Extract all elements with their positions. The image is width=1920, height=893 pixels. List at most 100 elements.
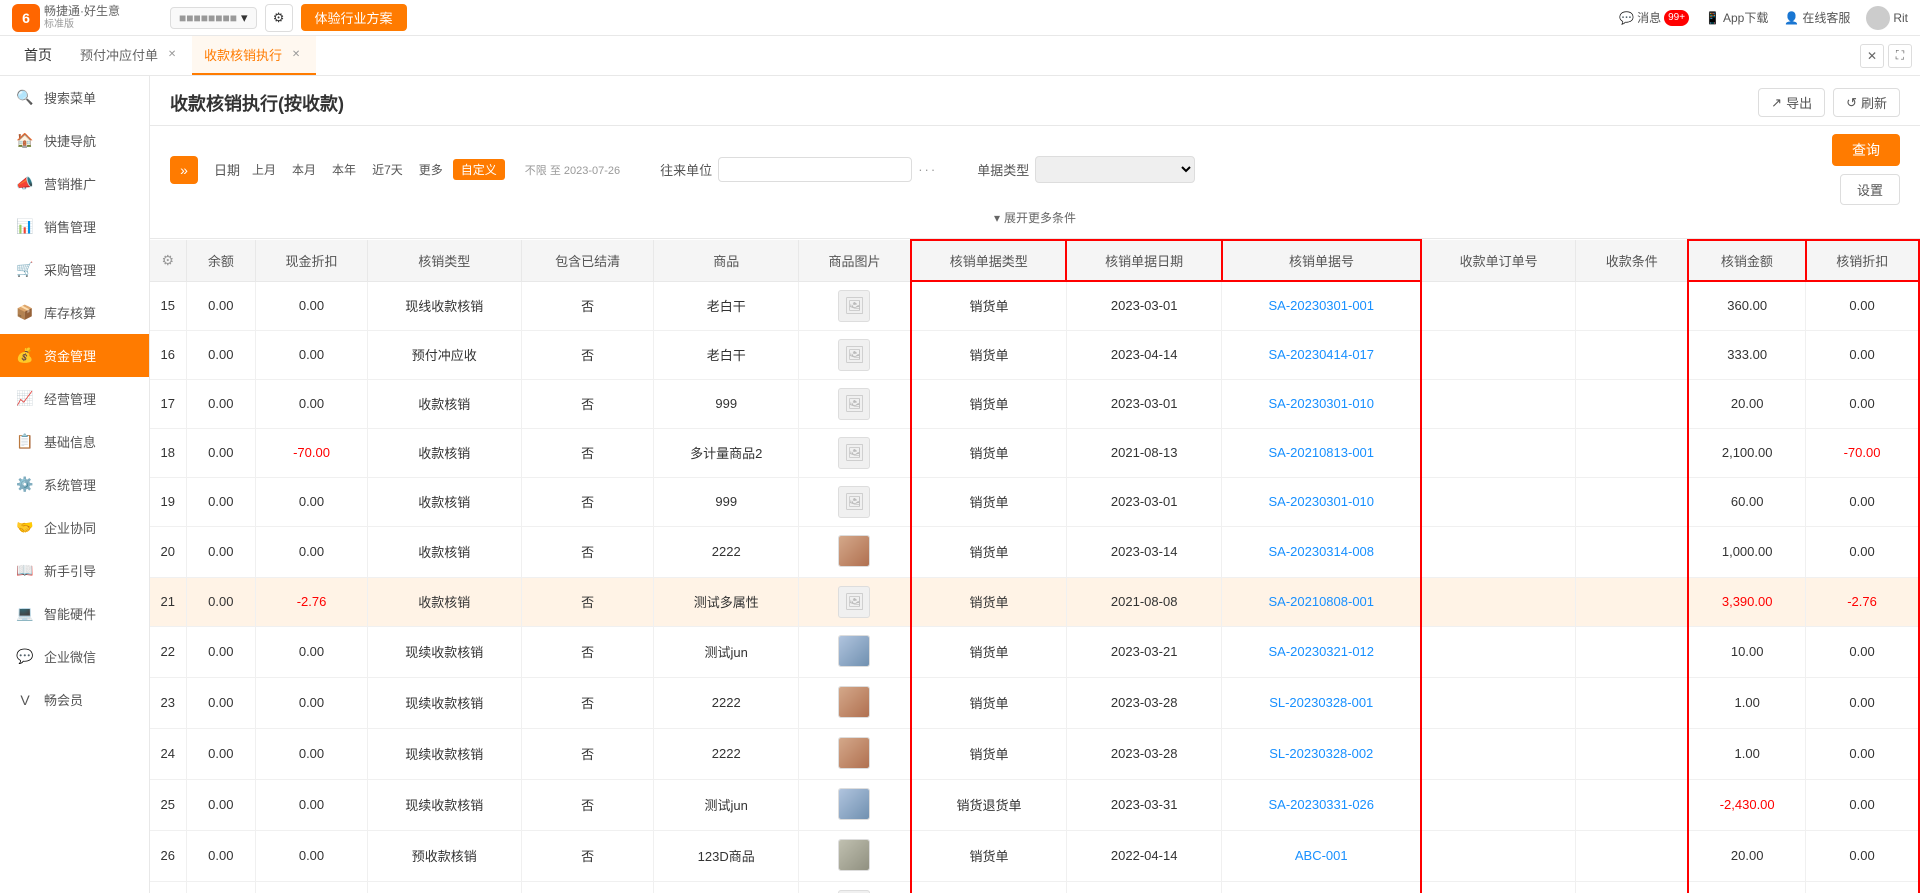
settings-btn-filter[interactable]: 设置 bbox=[1840, 174, 1900, 205]
td-receipt-condition bbox=[1576, 379, 1689, 428]
td-verify-bill-type: 销货退货单 bbox=[911, 779, 1066, 830]
sidebar-item-hardware[interactable]: 💻 智能硬件 bbox=[0, 592, 149, 635]
sidebar-item-search[interactable]: 🔍 搜索菜单 bbox=[0, 76, 149, 119]
td-verify-amount: 2,100.00 bbox=[1688, 428, 1805, 477]
bill-no-link[interactable]: SL-20230328-001 bbox=[1269, 695, 1373, 710]
date-this-year-btn[interactable]: 本年 bbox=[326, 159, 362, 180]
expand-more-row[interactable]: ▾ 展开更多条件 bbox=[170, 205, 1900, 230]
industry-btn[interactable]: 体验行业方案 bbox=[301, 4, 407, 31]
bill-no-link[interactable]: SA-20230331-026 bbox=[1268, 797, 1374, 812]
date-last-month-btn[interactable]: 上月 bbox=[246, 159, 282, 180]
sidebar-item-finance[interactable]: 💰 资金管理 bbox=[0, 334, 149, 377]
bill-no-link[interactable]: SA-20210813-001 bbox=[1268, 445, 1374, 460]
td-include-settled: 否 bbox=[521, 830, 654, 881]
bill-no-link[interactable]: SA-20230301-001 bbox=[1268, 298, 1374, 313]
td-cash-discount: 0.00 bbox=[256, 881, 368, 893]
td-receipt-order-no bbox=[1421, 779, 1576, 830]
tab-bar-controls: ✕ ⛶ bbox=[1860, 36, 1920, 75]
td-product-image: 🖼 bbox=[798, 881, 911, 893]
bill-no-link[interactable]: SA-20230314-008 bbox=[1268, 544, 1374, 559]
export-btn[interactable]: ↗ 导出 bbox=[1758, 88, 1825, 117]
date-more-btn[interactable]: 更多 bbox=[413, 159, 449, 180]
export-icon: ↗ bbox=[1771, 95, 1782, 111]
date-7days-btn[interactable]: 近7天 bbox=[366, 159, 409, 180]
sidebar-item-basics[interactable]: 📋 基础信息 bbox=[0, 420, 149, 463]
td-verify-discount: 0.00 bbox=[1806, 330, 1919, 379]
table-row: 15 0.00 0.00 现线收款核销 否 老白干 🖼 销货单 2023-03-… bbox=[150, 281, 1919, 330]
date-custom-btn[interactable]: 自定义 bbox=[453, 159, 505, 180]
bill-no-link[interactable]: SA-20210808-001 bbox=[1268, 594, 1374, 609]
td-verify-bill-date: 2023-03-01 bbox=[1066, 379, 1221, 428]
user-profile[interactable]: Rit bbox=[1866, 6, 1908, 30]
sidebar-item-collab[interactable]: 🤝 企业协同 bbox=[0, 506, 149, 549]
sidebar: 🔍 搜索菜单 🏠 快捷导航 📣 营销推广 📊 销售管理 🛒 采购管理 📦 库存核… bbox=[0, 76, 150, 893]
online-service-btn[interactable]: 👤 在线客服 bbox=[1784, 9, 1850, 26]
td-verify-discount: 0.00 bbox=[1806, 379, 1919, 428]
sidebar-item-purchase[interactable]: 🛒 采购管理 bbox=[0, 248, 149, 291]
bill-no-link[interactable]: SA-20230301-010 bbox=[1268, 396, 1374, 411]
td-product: 测试jun bbox=[654, 626, 798, 677]
col-settings-icon[interactable]: ⚙ bbox=[161, 252, 174, 268]
page-header: 收款核销执行(按收款) ↗ 导出 ↺ 刷新 bbox=[150, 76, 1920, 126]
td-receipt-condition bbox=[1576, 626, 1689, 677]
tab-bar: 首页 预付冲应付单 ✕ 收款核销执行 ✕ ✕ ⛶ bbox=[0, 36, 1920, 76]
td-verify-bill-type: 销货单 bbox=[911, 577, 1066, 626]
sidebar-item-system[interactable]: ⚙️ 系统管理 bbox=[0, 463, 149, 506]
finance-icon: 💰 bbox=[16, 347, 34, 365]
tab-close-all-btn[interactable]: ✕ bbox=[1860, 44, 1884, 68]
td-balance: 0.00 bbox=[186, 677, 256, 728]
sidebar-item-sales[interactable]: 📊 销售管理 bbox=[0, 205, 149, 248]
td-receipt-order-no bbox=[1421, 728, 1576, 779]
settings-btn[interactable]: ⚙ bbox=[265, 4, 293, 32]
td-product-image: 🖼 bbox=[798, 330, 911, 379]
bill-no-link[interactable]: SA-20230321-012 bbox=[1268, 644, 1374, 659]
bill-no-link[interactable]: SA-20230301-010 bbox=[1268, 494, 1374, 509]
app-download-btn[interactable]: 📱 App下载 bbox=[1705, 9, 1768, 26]
td-balance: 0.00 bbox=[186, 779, 256, 830]
tab-prepay-close[interactable]: ✕ bbox=[164, 47, 180, 63]
sidebar-item-wecom[interactable]: 💬 企业微信 bbox=[0, 635, 149, 678]
td-verify-discount: 0.00 bbox=[1806, 779, 1919, 830]
product-thumb: 🖼 bbox=[838, 388, 870, 420]
td-verify-amount: 100.00 bbox=[1688, 881, 1805, 893]
query-btn[interactable]: 查询 bbox=[1832, 134, 1900, 166]
td-balance: 0.00 bbox=[186, 626, 256, 677]
bill-no-link[interactable]: SA-20230414-017 bbox=[1268, 347, 1374, 362]
td-verify-discount: 0.00 bbox=[1806, 477, 1919, 526]
bill-no-link[interactable]: ABC-001 bbox=[1295, 848, 1348, 863]
sidebar-item-inventory[interactable]: 📦 库存核算 bbox=[0, 291, 149, 334]
sidebar-item-marketing[interactable]: 📣 营销推广 bbox=[0, 162, 149, 205]
date-filter: 日期 上月 本月 本年 近7天 更多 自定义 bbox=[214, 159, 505, 180]
td-verify-bill-date: 2023-03-21 bbox=[1066, 626, 1221, 677]
avatar bbox=[1866, 6, 1890, 30]
company-selector[interactable]: ■■■■■■■■ ▾ bbox=[170, 7, 257, 29]
td-verify-bill-date: 2023-03-28 bbox=[1066, 728, 1221, 779]
td-verify-amount: 333.00 bbox=[1688, 330, 1805, 379]
td-verify-bill-type: 销货单 bbox=[911, 830, 1066, 881]
tab-home[interactable]: 首页 bbox=[8, 36, 68, 75]
td-cash-discount: 0.00 bbox=[256, 728, 368, 779]
td-product: 老白干 bbox=[654, 330, 798, 379]
from-unit-input[interactable] bbox=[718, 157, 912, 182]
filter-expand-btn[interactable]: » bbox=[170, 156, 198, 184]
table-row: 26 0.00 0.00 预收款核销 否 123D商品 销货单 2022-04-… bbox=[150, 830, 1919, 881]
tab-expand-btn[interactable]: ⛶ bbox=[1888, 44, 1912, 68]
td-include-settled: 否 bbox=[521, 626, 654, 677]
sidebar-item-member[interactable]: V 畅会员 bbox=[0, 678, 149, 721]
sidebar-item-operations[interactable]: 📈 经营管理 bbox=[0, 377, 149, 420]
bill-no-link[interactable]: SL-20230328-002 bbox=[1269, 746, 1373, 761]
date-this-month-btn[interactable]: 本月 bbox=[286, 159, 322, 180]
tab-verify-close[interactable]: ✕ bbox=[288, 47, 304, 63]
tab-prepay-label: 预付冲应付单 bbox=[80, 45, 158, 64]
sidebar-item-guide[interactable]: 📖 新手引导 bbox=[0, 549, 149, 592]
refresh-btn[interactable]: ↺ 刷新 bbox=[1833, 88, 1900, 117]
tab-prepay[interactable]: 预付冲应付单 ✕ bbox=[68, 36, 192, 75]
date-limit-display: 不限 至 2023-07-26 bbox=[525, 162, 620, 178]
voucher-type-select[interactable] bbox=[1035, 156, 1195, 183]
message-btn[interactable]: 💬 消息 99+ bbox=[1619, 9, 1689, 26]
td-balance: 0.00 bbox=[186, 526, 256, 577]
td-receipt-order-no bbox=[1421, 379, 1576, 428]
th-verify-discount: 核销折扣 bbox=[1806, 240, 1919, 281]
tab-verify[interactable]: 收款核销执行 ✕ bbox=[192, 36, 316, 75]
sidebar-item-quicknav[interactable]: 🏠 快捷导航 bbox=[0, 119, 149, 162]
